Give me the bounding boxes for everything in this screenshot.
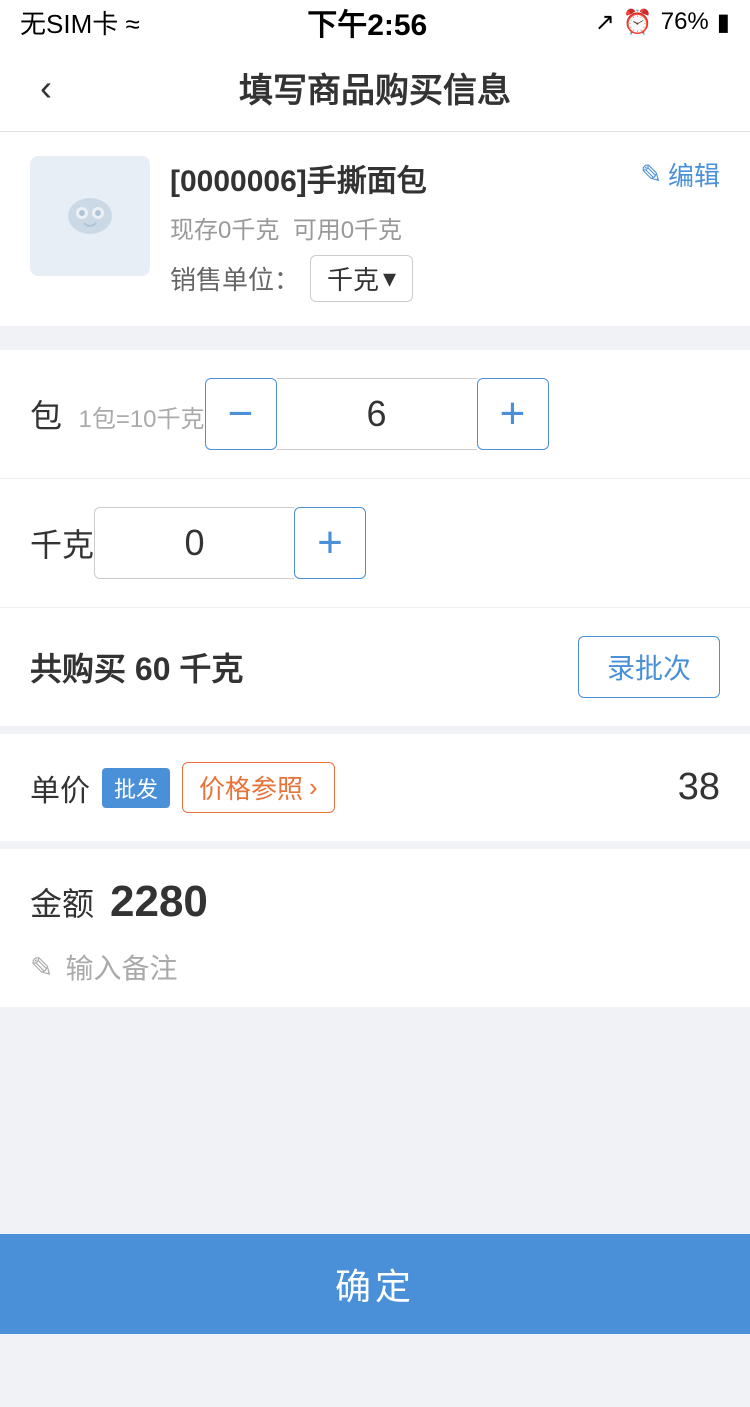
battery-icon: ▮ [717,8,730,37]
remark-row[interactable]: ✎ 输入备注 [30,947,720,987]
price-value: 38 [678,766,720,809]
package-sublabel: 1包=10千克 [78,406,204,433]
remark-placeholder: 输入备注 [65,947,177,987]
alarm-icon: ⏰ [623,8,653,37]
product-card: [0000006]手撕面包 现存0千克 可用0千克 销售单位： 千克 ▾ ✎ 编… [0,132,750,334]
product-stock: 现存0千克 可用0千克 [170,210,620,245]
unit-select[interactable]: 千克 ▾ [310,255,413,302]
status-time: 下午2:56 [307,0,427,44]
package-label: 包 [30,398,62,434]
status-carrier: 无SIM卡 ≈ [20,4,140,41]
edit-button[interactable]: ✎ 编辑 [640,156,720,193]
product-thumbnail-icon [60,191,120,241]
amount-value: 2280 [110,877,208,927]
back-button[interactable]: ‹ [30,57,62,119]
price-left: 单价 批发 价格参照 › [30,762,335,813]
amount-row: 金额 2280 [30,877,720,927]
price-section: 单价 批发 价格参照 › 38 [0,734,750,849]
status-icons: ↗ ⏰ 76% ▮ [595,8,730,37]
product-name: [0000006]手撕面包 [170,156,620,200]
bottom-empty-area [0,1007,750,1407]
kilogram-label-area: 千克 [30,520,94,566]
package-label-area: 包 1包=10千克 [30,391,205,437]
total-row: 共购买 60 千克 录批次 [0,608,750,734]
product-unit-row: 销售单位： 千克 ▾ [170,255,620,302]
confirm-button[interactable]: 确定 [0,1234,750,1334]
price-tag: 批发 [102,768,170,808]
kilogram-row: 千克 + [0,479,750,608]
package-minus-button[interactable]: − [205,378,277,450]
package-qty-control: − + [205,378,549,450]
location-icon: ↗ [595,8,615,37]
package-plus-button[interactable]: + [477,378,549,450]
page-title: 填写商品购买信息 [239,63,511,112]
kilogram-label: 千克 [30,527,94,563]
package-row: 包 1包=10千克 − + [0,350,750,479]
kilogram-qty-input[interactable] [94,507,294,579]
amount-label: 金额 [30,879,94,925]
total-text: 共购买 60 千克 [30,644,243,690]
price-ref-button[interactable]: 价格参照 › [182,762,335,813]
product-edit-area: ✎ 编辑 [640,156,720,193]
kilogram-qty-control: + [94,507,366,579]
product-image [30,156,150,276]
nav-bar: ‹ 填写商品购买信息 [0,44,750,132]
kilogram-plus-button[interactable]: + [294,507,366,579]
chevron-right-icon: › [309,772,318,803]
product-info: [0000006]手撕面包 现存0千克 可用0千克 销售单位： 千克 ▾ [170,156,620,302]
pencil-icon: ✎ [30,951,53,984]
amount-section: 金额 2280 ✎ 输入备注 [0,849,750,1007]
battery-level: 76% [661,8,709,36]
price-label: 单价 [30,766,90,810]
status-bar: 无SIM卡 ≈ 下午2:56 ↗ ⏰ 76% ▮ [0,0,750,44]
package-qty-input[interactable] [277,378,477,450]
quantity-section: 包 1包=10千克 − + 千克 + [0,350,750,608]
separator-1 [0,334,750,350]
batch-button[interactable]: 录批次 [578,636,720,698]
chevron-down-icon: ▾ [383,263,396,294]
edit-icon: ✎ [640,159,662,190]
